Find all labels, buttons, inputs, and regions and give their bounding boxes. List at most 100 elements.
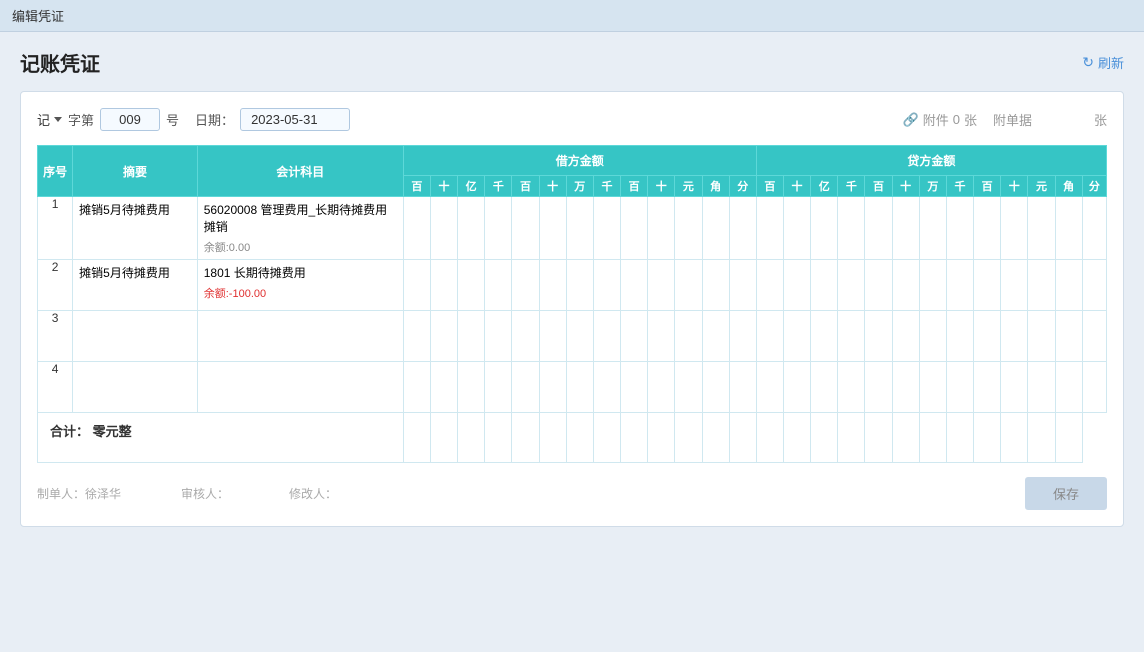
credit-d11[interactable]: [1028, 260, 1055, 311]
debit-d1[interactable]: [403, 311, 430, 362]
debit-d13[interactable]: [729, 260, 756, 311]
seq-cell: 3: [38, 311, 73, 362]
debit-d1[interactable]: [403, 260, 430, 311]
th-c-qian1: 千: [838, 176, 865, 197]
total-cell: 合计： 零元整: [38, 413, 404, 463]
debit-d11[interactable]: [675, 260, 702, 311]
debit-d6[interactable]: [539, 260, 566, 311]
debit-d12[interactable]: [702, 260, 729, 311]
save-button[interactable]: 保存: [1025, 477, 1107, 510]
th-c-shi1: 十: [783, 176, 810, 197]
th-d-fen1: 分: [729, 176, 756, 197]
zhang-input[interactable]: [1048, 111, 1078, 128]
zhang-label: 张: [1094, 110, 1107, 129]
credit-d3[interactable]: [811, 260, 838, 311]
debit-d4[interactable]: [485, 197, 512, 260]
debit-d10[interactable]: [648, 197, 675, 260]
table-row: 1 摊销5月待摊费用 56020008 管理费用_长期待摊费用摊销 余额:0.0…: [38, 197, 1107, 260]
credit-d5[interactable]: [865, 197, 892, 260]
reviewer-label: 审核人：: [181, 485, 229, 502]
credit-d11[interactable]: [1028, 197, 1055, 260]
credit-d4[interactable]: [838, 260, 865, 311]
debit-d3[interactable]: [458, 260, 485, 311]
debit-d2[interactable]: [430, 197, 457, 260]
debit-d10[interactable]: [648, 260, 675, 311]
zi-di-label: 字第: [68, 110, 94, 129]
debit-d5[interactable]: [512, 197, 539, 260]
account-cell[interactable]: 56020008 管理费用_长期待摊费用摊销 余额:0.00: [197, 197, 403, 260]
account-text: 1801 长期待摊费用: [204, 264, 397, 281]
main-content: 记账凭证 ↻ 刷新 记 字第 号 日期： 🔗: [0, 32, 1144, 652]
th-seq: 序号: [38, 146, 73, 197]
th-c-qian2: 千: [946, 176, 973, 197]
debit-d4[interactable]: [485, 260, 512, 311]
voucher-type-button[interactable]: 记: [37, 110, 62, 129]
attachment-link[interactable]: 🔗 附件 0 张: [903, 110, 977, 129]
title-bar: 编辑凭证: [0, 0, 1144, 32]
debit-d12[interactable]: [702, 197, 729, 260]
credit-d7[interactable]: [919, 197, 946, 260]
credit-d13[interactable]: [1082, 260, 1106, 311]
date-label: 日期：: [195, 110, 234, 129]
credit-d7[interactable]: [919, 260, 946, 311]
debit-d9[interactable]: [621, 260, 648, 311]
debit-d13[interactable]: [729, 197, 756, 260]
credit-d9[interactable]: [974, 197, 1001, 260]
th-c-fen1: 分: [1082, 176, 1106, 197]
credit-d13[interactable]: [1082, 197, 1106, 260]
account-cell[interactable]: [197, 311, 403, 362]
account-cell[interactable]: 1801 长期待摊费用 余额:-100.00: [197, 260, 403, 311]
debit-d6[interactable]: [539, 197, 566, 260]
balance-text-red: 余额:-100.00: [204, 285, 397, 301]
th-d-wan1: 万: [566, 176, 593, 197]
debit-d7[interactable]: [566, 260, 593, 311]
title-bar-label: 编辑凭证: [12, 9, 64, 24]
voucher-number-input[interactable]: [100, 108, 160, 131]
credit-d8[interactable]: [946, 197, 973, 260]
maker-label: 制单人：徐泽华: [37, 485, 121, 502]
th-d-shi1: 十: [430, 176, 457, 197]
credit-d6[interactable]: [892, 197, 919, 260]
account-cell[interactable]: [197, 362, 403, 413]
th-d-qian2: 千: [593, 176, 620, 197]
debit-d3[interactable]: [458, 197, 485, 260]
debit-d2[interactable]: [430, 260, 457, 311]
debit-d7[interactable]: [566, 197, 593, 260]
credit-d4[interactable]: [838, 197, 865, 260]
credit-d6[interactable]: [892, 260, 919, 311]
form-row: 记 字第 号 日期： 🔗 附件 0 张 附单据 张: [37, 108, 1107, 131]
debit-d11[interactable]: [675, 197, 702, 260]
summary-cell[interactable]: 摊销5月待摊费用: [73, 260, 198, 311]
total-label: 合计：: [50, 424, 89, 439]
debit-d8[interactable]: [593, 197, 620, 260]
credit-d1[interactable]: [756, 197, 783, 260]
credit-d2[interactable]: [783, 197, 810, 260]
debit-d8[interactable]: [593, 260, 620, 311]
credit-d10[interactable]: [1001, 197, 1028, 260]
credit-d2[interactable]: [783, 260, 810, 311]
th-c-wan1: 万: [919, 176, 946, 197]
th-d-yi1: 亿: [458, 176, 485, 197]
summary-cell[interactable]: [73, 362, 198, 413]
credit-d12[interactable]: [1055, 260, 1082, 311]
th-c-jiao1: 角: [1055, 176, 1082, 197]
credit-d1[interactable]: [756, 260, 783, 311]
paperclip-icon: 🔗: [903, 112, 919, 128]
seq-cell: 2: [38, 260, 73, 311]
seq-cell: 4: [38, 362, 73, 413]
footer-row: 制单人：徐泽华 审核人： 修改人： 保存: [37, 477, 1107, 510]
debit-d1[interactable]: [403, 197, 430, 260]
summary-cell[interactable]: [73, 311, 198, 362]
summary-cell[interactable]: 摊销5月待摊费用: [73, 197, 198, 260]
date-input[interactable]: [240, 108, 350, 131]
credit-d8[interactable]: [946, 260, 973, 311]
credit-d3[interactable]: [811, 197, 838, 260]
total-row: 合计： 零元整: [38, 413, 1107, 463]
credit-d10[interactable]: [1001, 260, 1028, 311]
debit-d5[interactable]: [512, 260, 539, 311]
credit-d12[interactable]: [1055, 197, 1082, 260]
debit-d9[interactable]: [621, 197, 648, 260]
credit-d9[interactable]: [974, 260, 1001, 311]
refresh-button[interactable]: ↻ 刷新: [1082, 53, 1124, 72]
credit-d5[interactable]: [865, 260, 892, 311]
